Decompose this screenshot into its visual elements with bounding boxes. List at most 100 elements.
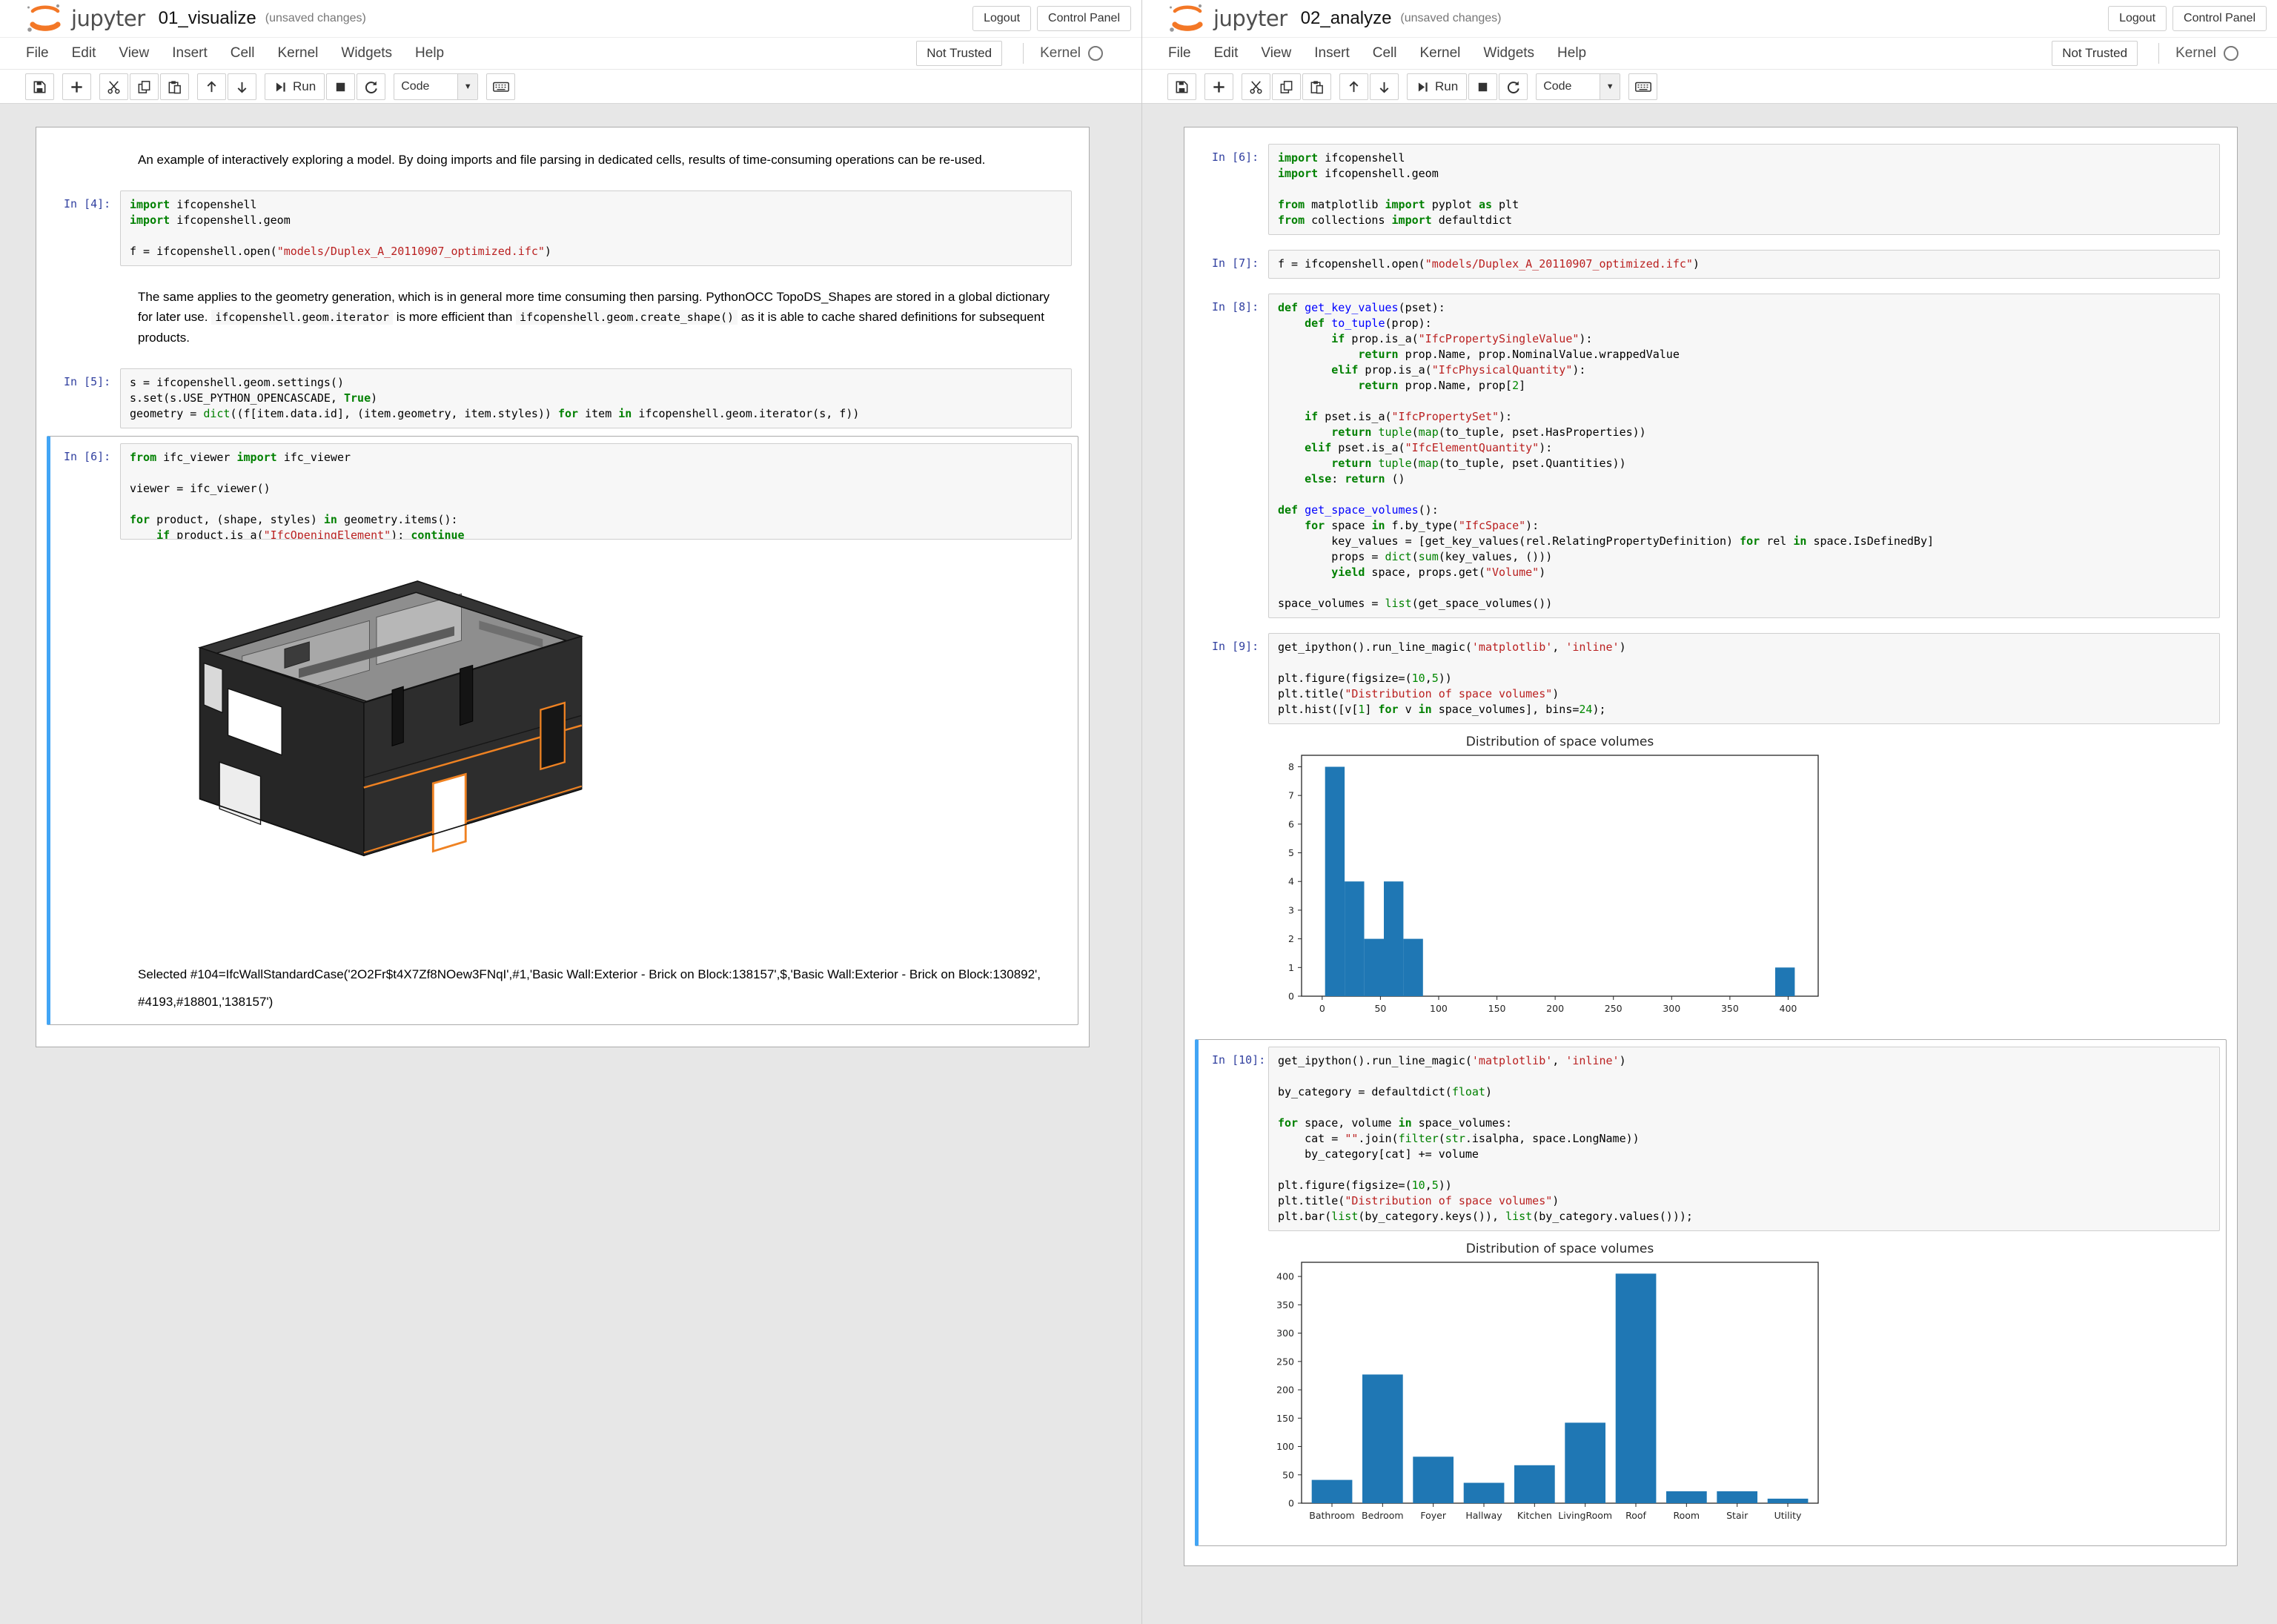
add-cell-button[interactable] — [1204, 73, 1233, 100]
code-input[interactable]: get_ipython().run_line_magic('matplotlib… — [1268, 633, 2220, 724]
svg-text:5: 5 — [1288, 847, 1294, 858]
menu-insert[interactable]: Insert — [164, 45, 216, 62]
command-palette-button[interactable] — [486, 73, 515, 100]
code-cell[interactable]: In [7]:f = ifcopenshell.open("models/Dup… — [1195, 242, 2227, 286]
restart-kernel-button[interactable] — [1499, 73, 1528, 100]
kernel-idle-icon — [1088, 46, 1103, 61]
ifc-model-canvas[interactable] — [147, 550, 606, 935]
notebook-header: jupyter 01_visualize (unsaved changes) L… — [0, 0, 1141, 37]
code-input[interactable]: def get_key_values(pset): def to_tuple(p… — [1268, 294, 2220, 618]
paste-icon — [1309, 79, 1325, 95]
input-prompt: In [5]: — [50, 368, 120, 388]
run-icon — [1416, 80, 1430, 94]
menu-insert[interactable]: Insert — [1306, 45, 1358, 62]
menu-file[interactable]: File — [18, 45, 57, 62]
menu-view[interactable]: View — [1253, 45, 1299, 62]
run-button[interactable]: Run — [265, 73, 325, 100]
menu-widgets[interactable]: Widgets — [333, 45, 400, 62]
move-cell-up-button[interactable] — [197, 73, 226, 100]
logout-button[interactable]: Logout — [972, 6, 1031, 31]
code-input[interactable]: import ifcopenshell import ifcopenshell.… — [120, 190, 1072, 266]
input-prompt: In [10]: — [1199, 1047, 1268, 1067]
save-button[interactable] — [1167, 73, 1196, 100]
menu-file[interactable]: File — [1160, 45, 1199, 62]
interrupt-kernel-button[interactable] — [326, 73, 355, 100]
cut-cell-button[interactable] — [1242, 73, 1270, 100]
menu-cell[interactable]: Cell — [1365, 45, 1405, 62]
code-cell[interactable]: In [8]:def get_key_values(pset): def to_… — [1195, 286, 2227, 626]
control-panel-button[interactable]: Control Panel — [2172, 6, 2267, 31]
menu-bar: File Edit View Insert Cell Kernel Widget… — [1142, 37, 2277, 70]
code-cell[interactable]: In [5]:s = ifcopenshell.geom.settings() … — [47, 361, 1078, 436]
copy-cell-button[interactable] — [1272, 73, 1301, 100]
markdown-cell[interactable]: An example of interactively exploring a … — [47, 136, 1078, 183]
copy-cell-button[interactable] — [130, 73, 159, 100]
trust-status-badge[interactable]: Not Trusted — [2052, 41, 2138, 66]
code-cell[interactable]: In [9]:get_ipython().run_line_magic('mat… — [1195, 626, 2227, 1039]
code-cell[interactable]: In [10]:get_ipython().run_line_magic('ma… — [1195, 1039, 2227, 1546]
move-cell-down-button[interactable] — [1370, 73, 1399, 100]
toolbar: Run Code ▼ — [1142, 70, 2277, 104]
svg-text:350: 350 — [1721, 1003, 1739, 1014]
code-cell[interactable]: In [6]:from ifc_viewer import ifc_viewer… — [47, 436, 1078, 1025]
copy-icon — [136, 79, 152, 95]
jupyter-logo[interactable]: jupyter — [25, 2, 145, 35]
jupyter-logo-icon — [25, 2, 64, 35]
svg-text:400: 400 — [1780, 1003, 1797, 1014]
cell-type-value: Code — [394, 74, 457, 99]
autosave-status: (unsaved changes) — [265, 12, 366, 25]
paste-cell-button[interactable] — [160, 73, 189, 100]
markdown-cell[interactable]: The same applies to the geometry generat… — [47, 274, 1078, 361]
notebook-title[interactable]: 02_analyze — [1301, 8, 1392, 29]
interrupt-kernel-button[interactable] — [1468, 73, 1497, 100]
save-button[interactable] — [25, 73, 54, 100]
cut-cell-button[interactable] — [99, 73, 128, 100]
notebook-window-02-analyze: jupyter 02_analyze (unsaved changes) Log… — [1142, 0, 2277, 1624]
refresh-icon — [1505, 79, 1521, 95]
matplotlib-figure: Distribution of space volumesBathroomBed… — [1268, 1231, 2220, 1539]
trust-status-badge[interactable]: Not Trusted — [916, 41, 1002, 66]
menu-kernel[interactable]: Kernel — [269, 45, 326, 62]
notebook-title[interactable]: 01_visualize — [159, 8, 256, 29]
code-input[interactable]: s = ifcopenshell.geom.settings() s.set(s… — [120, 368, 1072, 428]
cell-type-select[interactable]: Code ▼ — [1536, 73, 1620, 100]
run-button[interactable]: Run — [1407, 73, 1467, 100]
logout-button[interactable]: Logout — [2108, 6, 2167, 31]
move-cell-up-button[interactable] — [1339, 73, 1368, 100]
menu-help[interactable]: Help — [1549, 45, 1594, 62]
menu-widgets[interactable]: Widgets — [1475, 45, 1542, 62]
svg-text:250: 250 — [1605, 1003, 1623, 1014]
svg-text:200: 200 — [1276, 1385, 1294, 1396]
add-cell-button[interactable] — [62, 73, 91, 100]
markdown-text: The same applies to the geometry generat… — [120, 281, 1072, 354]
control-panel-button[interactable]: Control Panel — [1037, 6, 1131, 31]
code-input[interactable]: get_ipython().run_line_magic('matplotlib… — [1268, 1047, 2220, 1231]
menu-help[interactable]: Help — [407, 45, 452, 62]
kernel-name: Kernel — [2175, 45, 2216, 62]
cell-list: In [6]:import ifcopenshell import ifcope… — [1184, 136, 2237, 1546]
code-cell[interactable]: In [4]:import ifcopenshell import ifcope… — [47, 183, 1078, 274]
menu-kernel[interactable]: Kernel — [1411, 45, 1468, 62]
ifc-3d-viewer[interactable] — [120, 540, 1072, 956]
arrow-down-icon — [234, 79, 250, 95]
svg-text:Room: Room — [1674, 1510, 1700, 1521]
svg-text:Kitchen: Kitchen — [1517, 1510, 1552, 1521]
menu-edit[interactable]: Edit — [1206, 45, 1247, 62]
run-label: Run — [293, 79, 316, 94]
restart-kernel-button[interactable] — [357, 73, 385, 100]
svg-text:350: 350 — [1276, 1299, 1294, 1310]
code-input[interactable]: f = ifcopenshell.open("models/Duplex_A_2… — [1268, 250, 2220, 279]
menu-view[interactable]: View — [110, 45, 157, 62]
jupyter-logo[interactable]: jupyter — [1167, 2, 1287, 35]
move-cell-down-button[interactable] — [228, 73, 256, 100]
cell-type-select[interactable]: Code ▼ — [394, 73, 478, 100]
code-cell[interactable]: In [6]:import ifcopenshell import ifcope… — [1195, 136, 2227, 242]
paste-cell-button[interactable] — [1302, 73, 1331, 100]
code-input[interactable]: import ifcopenshell import ifcopenshell.… — [1268, 144, 2220, 235]
code-input[interactable]: from ifc_viewer import ifc_viewer viewer… — [120, 443, 1072, 540]
notebook-window-01-visualize: jupyter 01_visualize (unsaved changes) L… — [0, 0, 1142, 1624]
menu-edit[interactable]: Edit — [64, 45, 105, 62]
svg-text:6: 6 — [1288, 818, 1294, 829]
command-palette-button[interactable] — [1628, 73, 1657, 100]
menu-cell[interactable]: Cell — [222, 45, 263, 62]
